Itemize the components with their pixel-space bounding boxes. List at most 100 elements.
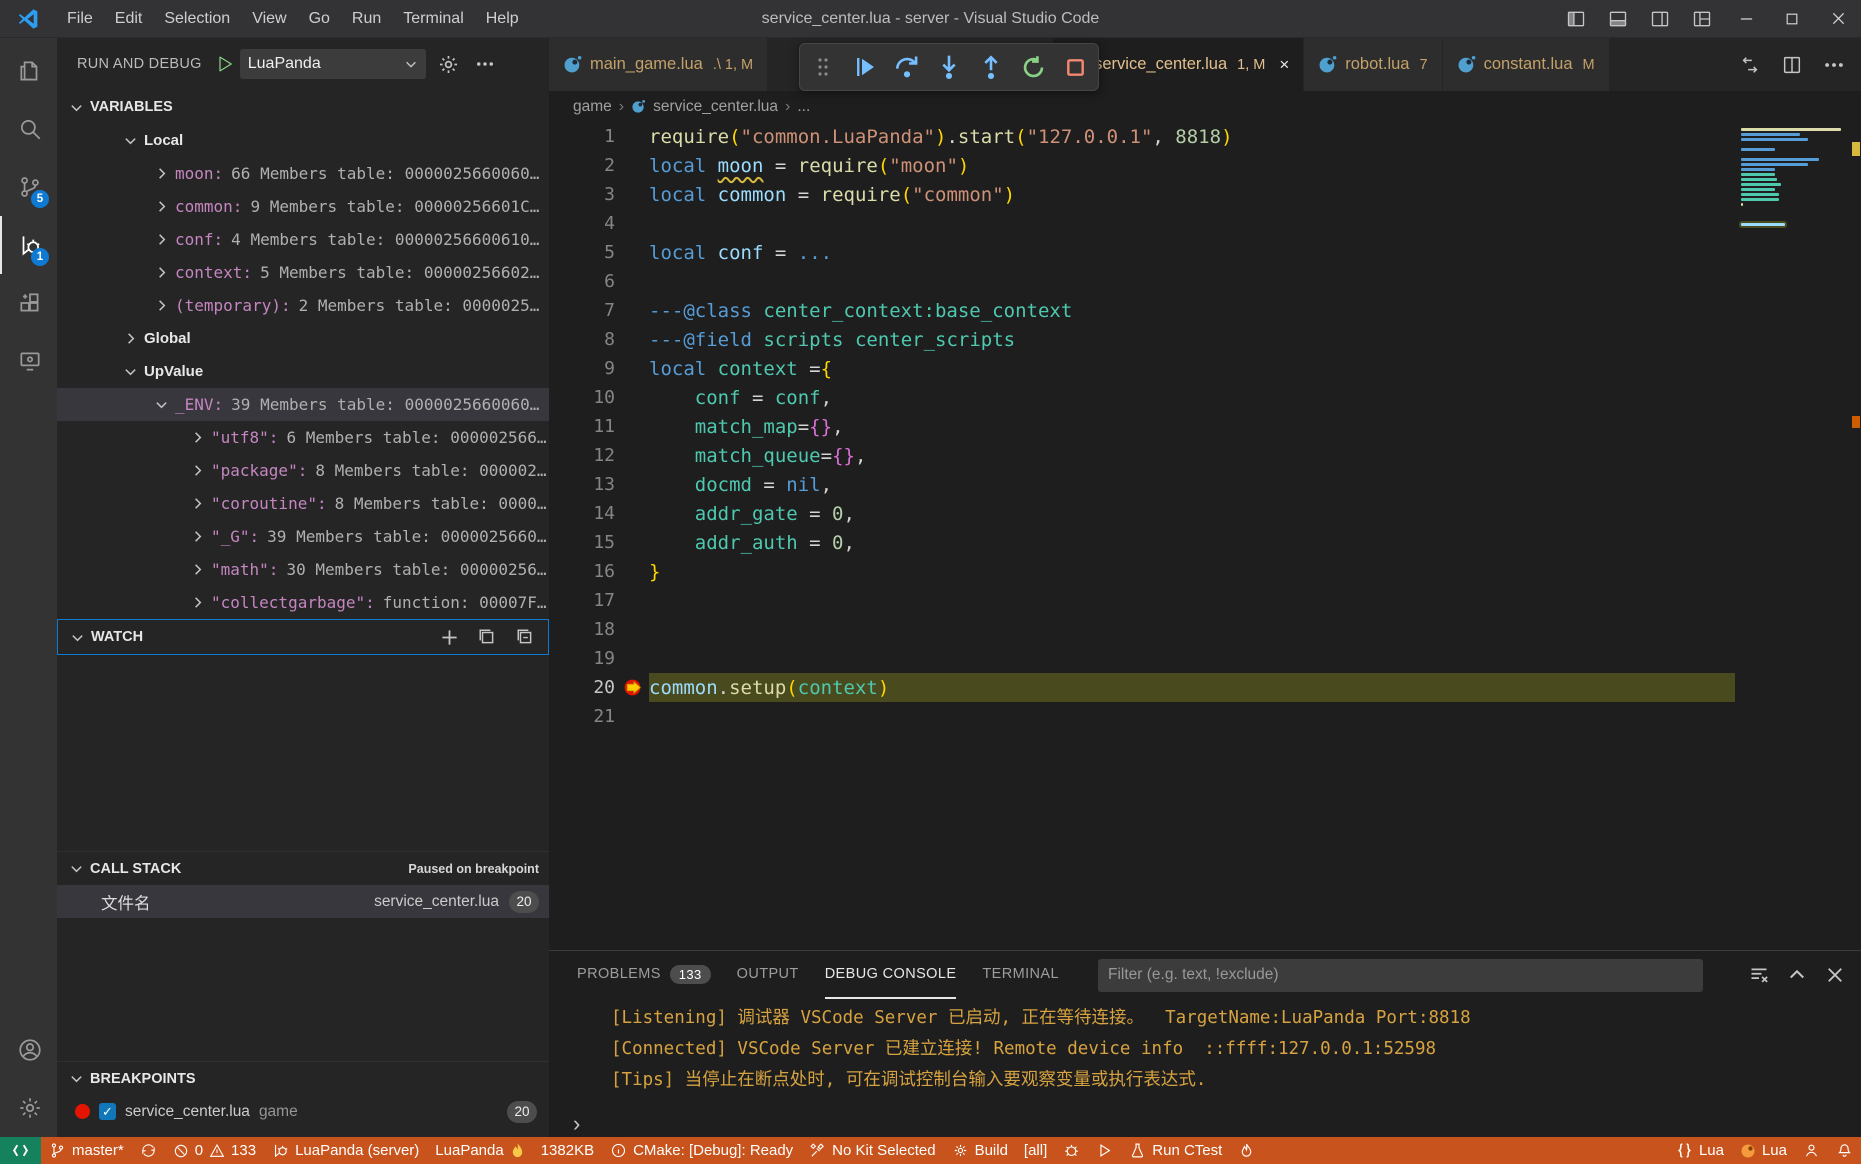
window-maximize-icon[interactable]: [1769, 0, 1815, 37]
statusbar-launch-play[interactable]: [1088, 1137, 1121, 1164]
menu-run[interactable]: Run: [341, 4, 392, 34]
panel-tab-problems[interactable]: PROBLEMS133: [577, 951, 711, 999]
code-line-17[interactable]: 17: [549, 586, 1861, 615]
statusbar-build-target[interactable]: [all]: [1016, 1137, 1055, 1164]
statusbar-run-ctest[interactable]: Run CTest: [1121, 1137, 1230, 1164]
line-number[interactable]: 21: [555, 706, 615, 727]
start-debug-button[interactable]: [212, 51, 238, 77]
tab-constant.lua[interactable]: constant.luaM: [1443, 38, 1610, 91]
code-line-11[interactable]: 11 match_map={},: [549, 412, 1861, 441]
code-line-12[interactable]: 12 match_queue={},: [549, 441, 1861, 470]
chevron-down-icon[interactable]: [154, 397, 169, 412]
menu-edit[interactable]: Edit: [104, 4, 154, 34]
code-line-15[interactable]: 15 addr_auth = 0,: [549, 528, 1861, 557]
variable-row[interactable]: "package":8 Members table: 000002566…: [57, 454, 549, 487]
code-line-13[interactable]: 13 docmd = nil,: [549, 470, 1861, 499]
line-number[interactable]: 18: [555, 619, 615, 640]
window-close-icon[interactable]: [1815, 0, 1861, 37]
statusbar-language-mode[interactable]: Lua: [1732, 1137, 1795, 1164]
code-line-18[interactable]: 18: [549, 615, 1861, 644]
tab-robot.lua[interactable]: robot.lua7: [1304, 38, 1442, 91]
layout-panel-icon[interactable]: [1597, 0, 1639, 37]
activity-source-control-icon[interactable]: 5: [0, 158, 57, 216]
statusbar-notifications-bell[interactable]: [1828, 1137, 1861, 1164]
breadcrumb-folder[interactable]: game: [573, 98, 612, 116]
menu-help[interactable]: Help: [475, 4, 530, 34]
statusbar-debug-bug[interactable]: [1055, 1137, 1088, 1164]
menu-terminal[interactable]: Terminal: [392, 4, 474, 34]
call-stack-frame[interactable]: 文件名service_center.lua20: [57, 885, 549, 918]
chevron-right-icon[interactable]: [190, 595, 205, 610]
more-actions-icon[interactable]: [1823, 54, 1845, 76]
filter-input[interactable]: [1108, 966, 1693, 984]
statusbar-lua-language-server[interactable]: Lua: [1668, 1137, 1732, 1164]
clear-all-icon[interactable]: [1749, 965, 1769, 985]
add-expression-icon[interactable]: [436, 624, 462, 650]
statusbar-debug-session[interactable]: LuaPanda (server): [264, 1137, 427, 1164]
menu-selection[interactable]: Selection: [153, 4, 241, 34]
layout-sidebar-left-icon[interactable]: [1555, 0, 1597, 37]
chevron-down-icon[interactable]: [123, 364, 138, 379]
line-number[interactable]: 20: [555, 677, 615, 698]
statusbar-memory[interactable]: 1382KB: [533, 1137, 602, 1164]
close-icon[interactable]: ×: [1279, 55, 1289, 75]
line-number[interactable]: 1: [555, 126, 615, 147]
statusbar-sync[interactable]: [132, 1137, 165, 1164]
menu-view[interactable]: View: [241, 4, 297, 34]
line-number[interactable]: 2: [555, 155, 615, 176]
remove-all-icon[interactable]: [474, 624, 500, 650]
activity-extensions-icon[interactable]: [0, 274, 57, 332]
line-number[interactable]: 14: [555, 503, 615, 524]
variable-row[interactable]: Global: [57, 322, 549, 355]
chevron-right-icon[interactable]: [190, 496, 205, 511]
activity-settings-gear-icon[interactable]: [0, 1079, 57, 1137]
variable-row[interactable]: moon:66 Members table: 00000256600606…: [57, 157, 549, 190]
code-editor[interactable]: 1require("common.LuaPanda").start("127.0…: [549, 122, 1861, 950]
variable-row[interactable]: "math":30 Members table: 00000256600…: [57, 553, 549, 586]
statusbar-cmake-build[interactable]: Build: [944, 1137, 1016, 1164]
statusbar-problems[interactable]: 0133: [165, 1137, 264, 1164]
console-filter[interactable]: [1098, 959, 1703, 992]
panel-tab-debug-console[interactable]: DEBUG CONSOLE: [825, 951, 957, 999]
gripper-handle[interactable]: [810, 54, 836, 80]
split-editor-icon[interactable]: [1781, 54, 1803, 76]
statusbar-cmake-kit[interactable]: No Kit Selected: [801, 1137, 943, 1164]
chevron-right-icon[interactable]: [123, 331, 138, 346]
code-line-14[interactable]: 14 addr_gate = 0,: [549, 499, 1861, 528]
chevron-right-icon[interactable]: [190, 562, 205, 577]
chevron-down-icon[interactable]: [123, 133, 138, 148]
step-over-button[interactable]: [894, 54, 920, 80]
statusbar-remote-indicator[interactable]: [0, 1137, 41, 1164]
collapse-all-icon[interactable]: [512, 624, 538, 650]
breadcrumb[interactable]: game › service_center.lua › ...: [549, 91, 1861, 122]
variable-row[interactable]: context:5 Members table: 000002566021…: [57, 256, 549, 289]
panel-tab-output[interactable]: OUTPUT: [737, 951, 799, 999]
chevron-right-icon[interactable]: [154, 199, 169, 214]
breadcrumb-file[interactable]: service_center.lua: [653, 98, 778, 116]
line-number[interactable]: 12: [555, 445, 615, 466]
code-line-2[interactable]: 2local moon = require("moon"): [549, 151, 1861, 180]
line-number[interactable]: 8: [555, 329, 615, 350]
variable-row[interactable]: conf:4 Members table: 0000025660061040: [57, 223, 549, 256]
breadcrumb-tail[interactable]: ...: [797, 98, 810, 116]
layout-customize-icon[interactable]: [1681, 0, 1723, 37]
continue-button[interactable]: [852, 54, 878, 80]
code-line-10[interactable]: 10 conf = conf,: [549, 383, 1861, 412]
breakpoint-checkbox[interactable]: ✓: [99, 1103, 116, 1120]
activity-files-icon[interactable]: [0, 42, 57, 100]
chevron-right-icon[interactable]: [154, 265, 169, 280]
debug-settings-gear-icon[interactable]: [436, 51, 462, 77]
code-line-1[interactable]: 1require("common.LuaPanda").start("127.0…: [549, 122, 1861, 151]
debug-config-dropdown[interactable]: LuaPanda: [240, 49, 426, 79]
call-stack-header[interactable]: CALL STACK Paused on breakpoint: [57, 851, 549, 885]
chevron-right-icon[interactable]: [190, 430, 205, 445]
code-line-19[interactable]: 19: [549, 644, 1861, 673]
variable-row[interactable]: (temporary):2 Members table: 00000256…: [57, 289, 549, 322]
code-line-5[interactable]: 5local conf = ...: [549, 238, 1861, 267]
line-number[interactable]: 16: [555, 561, 615, 582]
code-line-9[interactable]: 9local context ={: [549, 354, 1861, 383]
line-number[interactable]: 10: [555, 387, 615, 408]
code-line-6[interactable]: 6: [549, 267, 1861, 296]
step-into-button[interactable]: [936, 54, 962, 80]
line-number[interactable]: 7: [555, 300, 615, 321]
